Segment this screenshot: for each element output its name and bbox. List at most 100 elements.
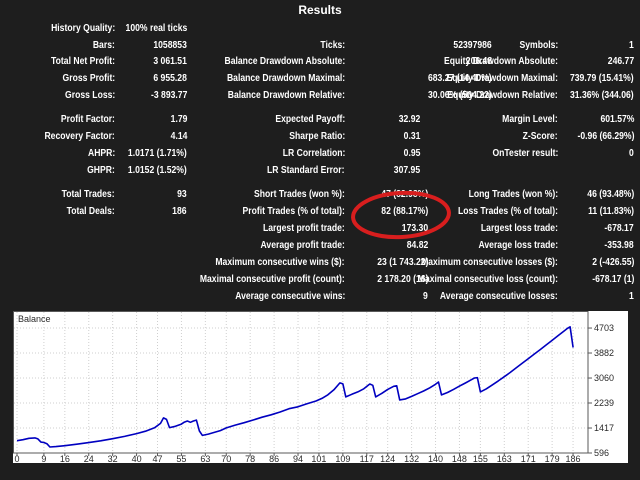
x-axis-label: 55 xyxy=(176,454,186,463)
stat-label: AHPR: xyxy=(87,147,115,159)
stat-label: Maximal consecutive loss (count): xyxy=(417,273,558,285)
stat-value: 11 (11.83%) xyxy=(588,205,634,217)
stat-value: 0.31 xyxy=(403,130,420,142)
y-axis-label: 3882 xyxy=(594,348,614,358)
stat-label: Symbols: xyxy=(519,39,558,51)
stat-value: 1 xyxy=(629,290,634,302)
x-axis-label: 186 xyxy=(566,454,581,463)
stat-label: Expected Payoff: xyxy=(275,113,345,125)
x-axis-label: 24 xyxy=(84,454,94,463)
stats-row: Profit Factor: 1.79 Expected Payoff: 32.92 M… xyxy=(0,112,640,126)
chart-series-label: Balance xyxy=(18,314,51,324)
x-axis-label: 63 xyxy=(200,454,210,463)
y-axis-label: 2239 xyxy=(594,398,614,408)
stat-value: 1 xyxy=(629,39,634,51)
y-axis-label: 596 xyxy=(594,448,609,458)
x-axis-label: 0 xyxy=(14,454,19,463)
stat-label: Maximum consecutive wins ($): xyxy=(215,256,345,268)
stat-label: Equity Drawdown Maximal: xyxy=(446,72,558,84)
stat-value: 32.92 xyxy=(398,113,420,125)
stat-label: Largest loss trade: xyxy=(480,222,558,234)
stats-row: Total Trades: 93 Short Trades (won %): 47 (… xyxy=(0,187,640,201)
x-axis-label: 32 xyxy=(108,454,118,463)
x-axis-label: 140 xyxy=(428,454,443,463)
stat-value: 173.30 xyxy=(401,222,428,234)
stat-value: 739.79 (15.41%) xyxy=(570,72,634,84)
stat-label: Balance Drawdown Maximal: xyxy=(226,72,345,84)
stat-label: Maximum consecutive losses ($): xyxy=(421,256,558,268)
stat-label: Largest profit trade: xyxy=(263,222,345,234)
stat-value: 4.14 xyxy=(170,130,187,142)
stat-value: 6 955.28 xyxy=(153,72,187,84)
stat-value: 82 (88.17%) xyxy=(381,205,428,217)
stat-value: 1.0152 (1.52%) xyxy=(128,164,187,176)
x-axis-label: 16 xyxy=(60,454,70,463)
stat-label: Total Net Profit: xyxy=(51,55,115,67)
stats-row: Total Net Profit: 3 061.51 Balance Drawdow… xyxy=(0,54,640,68)
stat-label: History Quality: xyxy=(50,22,115,34)
x-axis-label: 117 xyxy=(360,454,374,463)
stats-row: Recovery Factor: 4.14 Sharpe Ratio: 0.31 Z-S… xyxy=(0,129,640,143)
stat-value: 246.77 xyxy=(607,55,634,67)
stat-label: Bars: xyxy=(92,39,115,51)
stat-label: Profit Trades (% of total): xyxy=(242,205,345,217)
x-axis-label: 163 xyxy=(497,454,512,463)
y-axis-label: 3060 xyxy=(594,373,614,383)
stat-label: Average profit trade: xyxy=(260,239,345,251)
stat-label: Short Trades (won %): xyxy=(254,188,345,200)
stat-value: 3 061.51 xyxy=(153,55,187,67)
backtest-results-panel: Results History Quality: 100% real ticks B… xyxy=(0,0,640,480)
stat-label: Average consecutive wins: xyxy=(234,290,345,302)
stats-row: GHPR: 1.0152 (1.52%) LR Standard Error: 307… xyxy=(0,163,640,177)
stats-table: History Quality: 100% real ticks Bars: 1058… xyxy=(0,0,640,310)
stat-label: Total Trades: xyxy=(62,188,115,200)
stat-value: 84.82 xyxy=(406,239,428,251)
balance-chart: 0 9 16 24 32 40 47 55 63 70 78 86 94 101 109 117 124 132 1… xyxy=(13,311,628,463)
stat-label: Average loss trade: xyxy=(478,239,558,251)
stats-row: Bars: 1058853 Ticks: 52397986 Symbols: 1 xyxy=(0,38,640,52)
x-axis-label: 78 xyxy=(245,454,255,463)
stat-value: 31.36% (344.06) xyxy=(570,89,634,101)
stats-row: Gross Profit: 6 955.28 Balance Drawdown Ma… xyxy=(0,71,640,85)
stat-label: Recovery Factor: xyxy=(44,130,115,142)
stats-row: Maximal consecutive profit (count): 2 178… xyxy=(0,272,640,286)
stat-label: GHPR: xyxy=(87,164,115,176)
stat-value: 186 xyxy=(172,205,187,217)
stat-label: Maximal consecutive profit (count): xyxy=(200,273,345,285)
x-axis-label: 155 xyxy=(473,454,488,463)
stat-value: 9 xyxy=(423,290,428,302)
stats-row: Gross Loss: -3 893.77 Balance Drawdown Rel… xyxy=(0,88,640,102)
stat-label: Average consecutive losses: xyxy=(440,290,558,302)
x-axis-label: 148 xyxy=(452,454,467,463)
stats-row: AHPR: 1.0171 (1.71%) LR Correlation: 0.95 On… xyxy=(0,146,640,160)
x-axis-label: 132 xyxy=(404,454,419,463)
stats-row: Average consecutive wins: 9 Average consec… xyxy=(0,289,640,303)
stat-label: LR Correlation: xyxy=(282,147,345,159)
stats-row: Total Deals: 186 Profit Trades (% of total… xyxy=(0,204,640,218)
x-axis-label: 70 xyxy=(221,454,231,463)
x-axis-label: 101 xyxy=(311,454,326,463)
stat-value: 601.57% xyxy=(600,113,634,125)
stat-label: Balance Drawdown Absolute: xyxy=(224,55,345,67)
stat-value: 47 (82.98%) xyxy=(381,188,428,200)
stat-label: Margin Level: xyxy=(502,113,558,125)
stat-label: Z-Score: xyxy=(523,130,558,142)
stats-row: Average profit trade: 84.82 Average loss t… xyxy=(0,238,640,252)
stat-value: 2 (-426.55) xyxy=(591,256,634,268)
x-axis-label: 124 xyxy=(380,454,395,463)
x-axis-label: 47 xyxy=(153,454,163,463)
x-axis-label: 94 xyxy=(293,454,303,463)
stat-value: 46 (93.48%) xyxy=(587,188,634,200)
stat-label: LR Standard Error: xyxy=(267,164,345,176)
stat-label: Long Trades (won %): xyxy=(468,188,558,200)
y-axis-label: 1417 xyxy=(594,423,614,433)
stat-label: Balance Drawdown Relative: xyxy=(227,89,345,101)
stat-value: 93 xyxy=(177,188,187,200)
stat-label: Ticks: xyxy=(320,39,345,51)
stat-value: 0.95 xyxy=(403,147,420,159)
x-axis-label: 40 xyxy=(132,454,142,463)
stat-value: -0.96 (66.29%) xyxy=(577,130,634,142)
stat-label: Gross Profit: xyxy=(62,72,115,84)
stat-value: -678.17 xyxy=(604,222,634,234)
x-axis-label: 109 xyxy=(335,454,350,463)
